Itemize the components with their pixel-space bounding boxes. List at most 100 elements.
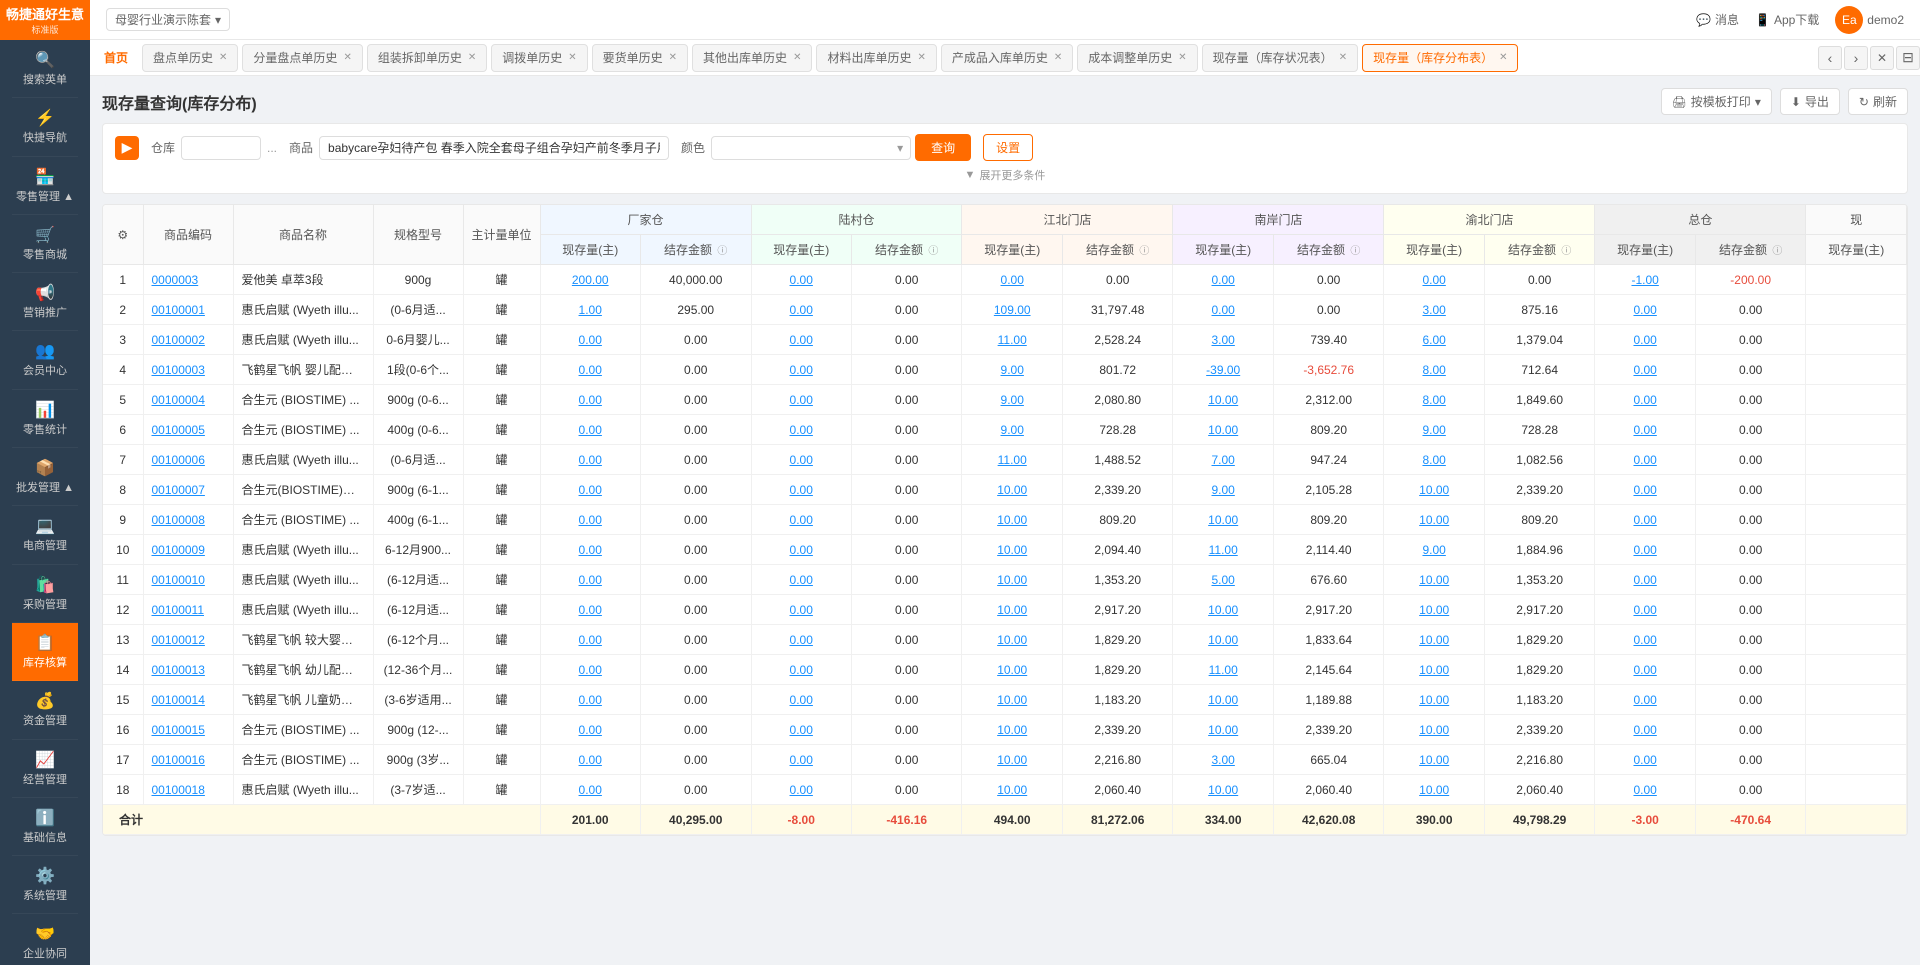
expand-more-btn[interactable]: ▼ 展开更多条件 xyxy=(115,167,1895,183)
total-wt-amt: -470.64 xyxy=(1695,805,1806,835)
nav-tab-close-t4[interactable]: ✕ xyxy=(568,52,576,63)
code-link[interactable]: 00100015 xyxy=(152,723,205,737)
nav-tab-close-t2[interactable]: ✕ xyxy=(343,52,351,63)
nav-tab-close-t5[interactable]: ✕ xyxy=(669,52,677,63)
nav-close-all-btn[interactable]: ✕ xyxy=(1870,46,1894,70)
code-link[interactable]: 00100011 xyxy=(152,603,205,617)
nav-expand-btn[interactable]: ⊟ xyxy=(1896,46,1920,70)
cell-w4-qty: 10.00 xyxy=(1173,775,1273,805)
code-link[interactable]: 00100005 xyxy=(152,423,205,437)
code-link[interactable]: 00100009 xyxy=(152,543,205,557)
search-btn[interactable]: 查询 xyxy=(915,134,971,161)
nav-tab-close-t8[interactable]: ✕ xyxy=(1054,52,1062,63)
nav-next-btn[interactable]: › xyxy=(1844,46,1868,70)
nav-tab-t3[interactable]: 组装拆卸单历史✕ xyxy=(367,44,487,72)
cell-wt-amt: 0.00 xyxy=(1695,715,1806,745)
product-input[interactable] xyxy=(319,136,669,160)
sidebar-item-10[interactable]: 📋 库存核算 xyxy=(12,623,78,681)
warehouse-ellipsis-btn[interactable]: ... xyxy=(267,141,277,155)
color-input[interactable] xyxy=(711,136,911,160)
code-link[interactable]: 00100014 xyxy=(152,693,205,707)
col-settings[interactable]: ⚙ xyxy=(103,205,143,265)
code-link[interactable]: 00100016 xyxy=(152,753,205,767)
code-link[interactable]: 0000003 xyxy=(152,273,199,287)
info-icon-w3[interactable]: ⓘ xyxy=(1139,246,1149,257)
messages-btn[interactable]: 💬 消息 xyxy=(1696,11,1739,28)
nav-tab-close-t3[interactable]: ✕ xyxy=(468,52,476,63)
sidebar-item-12[interactable]: 📈 经营管理 xyxy=(12,740,78,798)
nav-tab-t5[interactable]: 要货单历史✕ xyxy=(592,44,688,72)
info-icon-wt[interactable]: ⓘ xyxy=(1772,246,1782,257)
warehouse-input[interactable] xyxy=(181,136,261,160)
sidebar-item-2[interactable]: 🏪 零售管理 ▲ xyxy=(12,157,78,215)
code-link[interactable]: 00100013 xyxy=(152,663,205,677)
sidebar-item-13[interactable]: ℹ️ 基础信息 xyxy=(12,798,78,856)
cell-wt-amt: 0.00 xyxy=(1695,325,1806,355)
code-link[interactable]: 00100018 xyxy=(152,783,205,797)
cell-w5-amt: 728.28 xyxy=(1484,415,1595,445)
cell-spec: 1段(0-6个... xyxy=(373,355,463,385)
sidebar-item-15[interactable]: 🤝 企业协同 xyxy=(12,914,78,965)
nav-tab-t7[interactable]: 材料出库单历史✕ xyxy=(816,44,936,72)
code-link[interactable]: 00100008 xyxy=(152,513,205,527)
info-icon-w5[interactable]: ⓘ xyxy=(1561,246,1571,257)
code-link[interactable]: 00100010 xyxy=(152,573,205,587)
nav-tab-home[interactable]: 首页 xyxy=(94,44,138,72)
sidebar-item-9[interactable]: 🛍️ 采购管理 xyxy=(12,565,78,623)
sidebar-item-11[interactable]: 💰 资金管理 xyxy=(12,681,78,739)
sidebar-item-6[interactable]: 📊 零售统计 xyxy=(12,390,78,448)
code-link[interactable]: 00100006 xyxy=(152,453,205,467)
sidebar-item-3[interactable]: 🛒 零售商城 xyxy=(12,215,78,273)
cell-w3-amt: 801.72 xyxy=(1062,355,1173,385)
total-w2-amt: -416.16 xyxy=(851,805,962,835)
code-link[interactable]: 00100004 xyxy=(152,393,205,407)
code-link[interactable]: 00100003 xyxy=(152,363,205,377)
color-dropdown-icon[interactable]: ▾ xyxy=(897,141,903,155)
sidebar-item-0[interactable]: 🔍 搜索英单 xyxy=(12,40,78,98)
user-menu[interactable]: Ea demo2 xyxy=(1835,6,1904,34)
export-btn[interactable]: ⬇ 导出 xyxy=(1780,88,1840,115)
nav-tab-close-t11[interactable]: ✕ xyxy=(1499,52,1507,63)
sidebar-item-5[interactable]: 👥 会员中心 xyxy=(12,331,78,389)
app-download-btn[interactable]: 📱 App下载 xyxy=(1755,11,1819,28)
code-link[interactable]: 00100007 xyxy=(152,483,205,497)
refresh-btn[interactable]: ↻ 刷新 xyxy=(1848,88,1908,115)
info-icon-w1[interactable]: ⓘ xyxy=(717,246,727,257)
nav-tab-t4[interactable]: 调拨单历史✕ xyxy=(491,44,587,72)
sidebar-item-1[interactable]: ⚡ 快捷导航 xyxy=(12,98,78,156)
settings-btn[interactable]: 设置 xyxy=(983,134,1033,161)
info-icon-w2[interactable]: ⓘ xyxy=(928,246,938,257)
sidebar-item-8[interactable]: 💻 电商管理 xyxy=(12,506,78,564)
nav-tab-close-t7[interactable]: ✕ xyxy=(917,52,925,63)
filter-toggle-btn[interactable]: ▶ xyxy=(115,136,139,160)
cell-no: 18 xyxy=(103,775,143,805)
cell-w2-qty: 0.00 xyxy=(751,475,851,505)
nav-tab-t8[interactable]: 产成品入库单历史✕ xyxy=(941,44,1073,72)
warehouse-filter: 仓库 ... xyxy=(151,136,277,160)
info-icon-w4[interactable]: ⓘ xyxy=(1350,246,1360,257)
nav-tab-t1[interactable]: 盘点单历史✕ xyxy=(142,44,238,72)
code-link[interactable]: 00100012 xyxy=(152,633,205,647)
code-link[interactable]: 00100002 xyxy=(152,333,205,347)
filter-area: ▶ 仓库 ... 商品 颜色 ▾ 查询 设置 ▼ 展开更多条件 xyxy=(102,123,1908,194)
sidebar-item-4[interactable]: 📢 营销推广 xyxy=(12,273,78,331)
nav-tab-close-t10[interactable]: ✕ xyxy=(1339,52,1347,63)
nav-tab-t6[interactable]: 其他出库单历史✕ xyxy=(692,44,812,72)
print-btn[interactable]: 🖨 按模板打印 ▾ xyxy=(1661,88,1772,115)
nav-prev-btn[interactable]: ‹ xyxy=(1818,46,1842,70)
nav-tab-t2[interactable]: 分量盘点单历史✕ xyxy=(242,44,362,72)
company-selector[interactable]: 母婴行业演示陈套 ▾ xyxy=(106,8,230,31)
code-link[interactable]: 00100001 xyxy=(152,303,205,317)
sidebar-item-14[interactable]: ⚙️ 系统管理 xyxy=(12,856,78,914)
nav-tab-close-t9[interactable]: ✕ xyxy=(1178,52,1186,63)
sidebar-item-7[interactable]: 📦 批发管理 ▲ xyxy=(12,448,78,506)
nav-tab-t10[interactable]: 现存量（库存状况表）✕ xyxy=(1202,44,1358,72)
cell-no: 11 xyxy=(103,565,143,595)
nav-tab-close-t1[interactable]: ✕ xyxy=(219,52,227,63)
nav-tab-t11[interactable]: 现存量（库存分布表）✕ xyxy=(1362,44,1518,72)
nav-tab-close-t6[interactable]: ✕ xyxy=(793,52,801,63)
cell-w4-amt: 2,060.40 xyxy=(1273,775,1384,805)
cell-code: 00100007 xyxy=(143,475,233,505)
cell-name: 飞鹤星飞帆 婴儿配方奶... xyxy=(233,355,373,385)
nav-tab-t9[interactable]: 成本调整单历史✕ xyxy=(1077,44,1197,72)
